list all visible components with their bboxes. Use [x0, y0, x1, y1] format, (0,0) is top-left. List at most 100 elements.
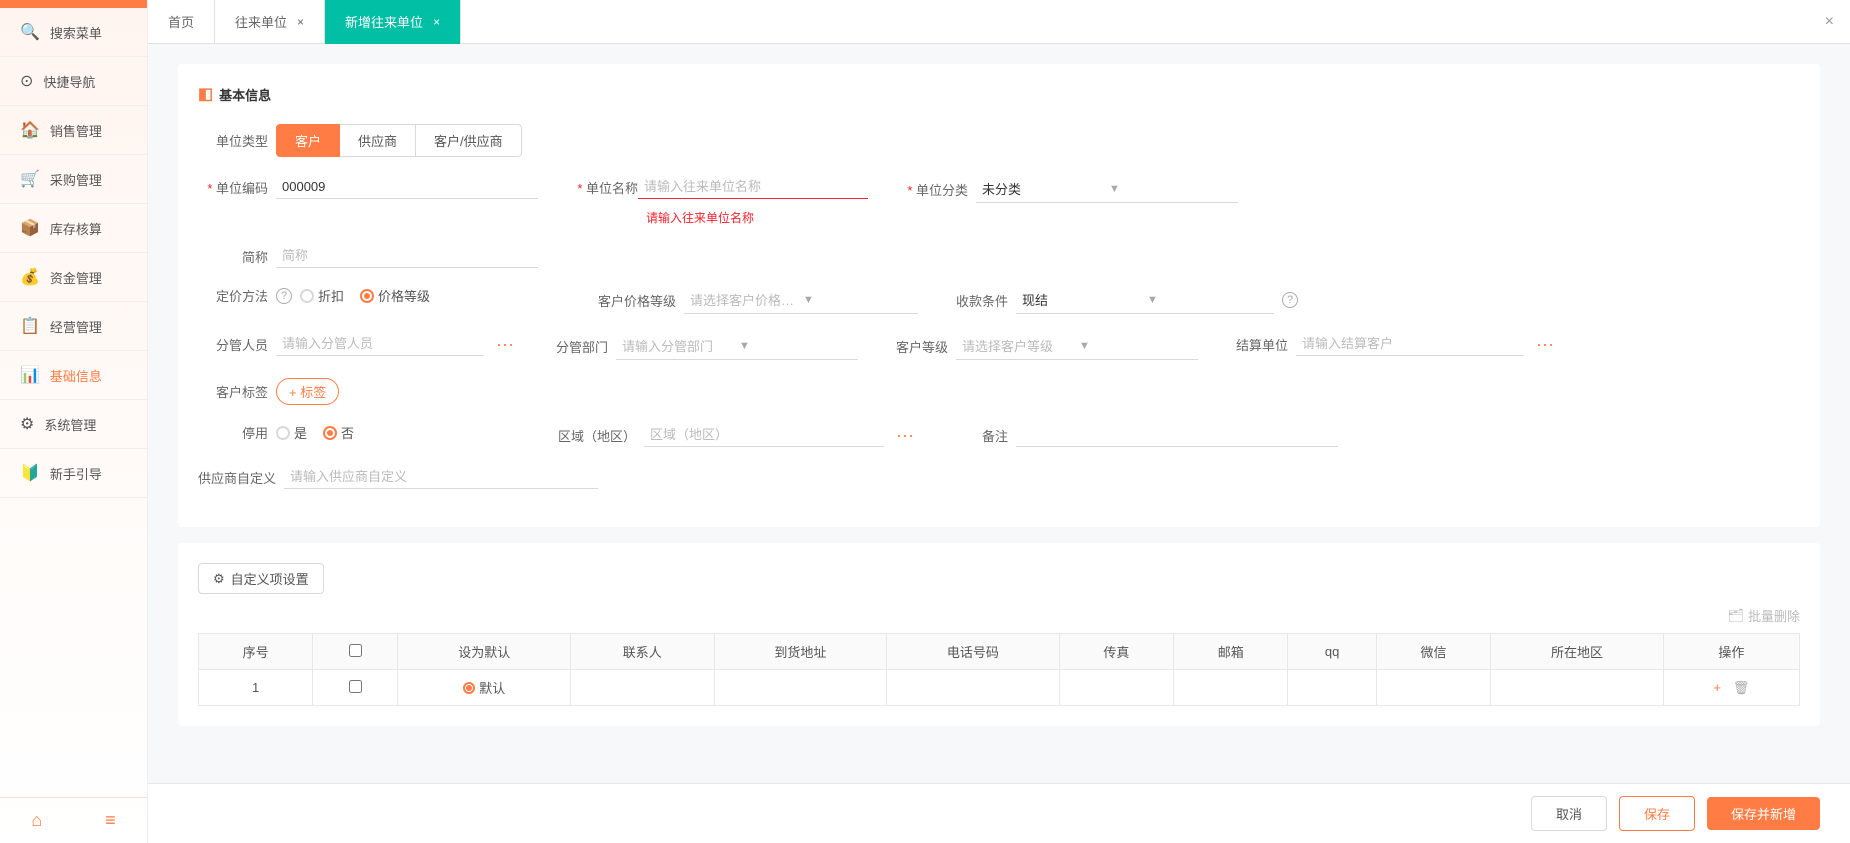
tab-home[interactable]: 首页 — [148, 0, 215, 44]
settlement-unit-input[interactable] — [1296, 332, 1524, 356]
tab-partners-close[interactable]: × — [297, 15, 304, 29]
pricing-method-label: 定价方法 — [198, 286, 268, 305]
payment-terms-tooltip-icon[interactable]: ? — [1282, 292, 1298, 308]
sidebar-home-icon[interactable]: ⌂ — [31, 810, 42, 831]
supplier-custom-row: 供应商自定义 — [198, 465, 1800, 489]
section-title-text: 基本信息 — [219, 85, 271, 104]
customer-price-level-select[interactable]: 请选择客户价格等级 ▼ — [684, 286, 918, 314]
add-tag-btn[interactable]: + 标签 — [276, 378, 339, 405]
manager-field: 分管人员 ··· — [198, 332, 518, 356]
manager-more-btn[interactable]: ··· — [492, 335, 518, 353]
sidebar-item-guide[interactable]: 🔰 新手引导 — [0, 449, 147, 498]
cancel-button[interactable]: 取消 — [1531, 796, 1607, 831]
table-header-row: 序号 设为默认 联系人 到货地址 电话号码 传真 邮箱 qq 微信 所在地区 操… — [199, 634, 1800, 670]
row-checkbox-input[interactable] — [349, 680, 362, 693]
sidebar-item-finance[interactable]: 💰 资金管理 — [0, 253, 147, 302]
settlement-unit-field: 结算单位 ··· — [1218, 332, 1558, 356]
sidebar-item-inventory[interactable]: 📦 库存核算 — [0, 204, 147, 253]
row-default: 默认 — [398, 670, 571, 706]
col-delivery: 到货地址 — [714, 634, 887, 670]
select-all-checkbox[interactable] — [349, 644, 362, 657]
payment-terms-select[interactable]: 现结 ▼ — [1016, 286, 1274, 314]
window-close-icon[interactable]: × — [1825, 13, 1834, 31]
unit-type-both-btn[interactable]: 客户/供应商 — [416, 124, 522, 157]
pricing-row: 定价方法 ? 折扣 价格等级 客户价格等级 — [198, 286, 1800, 314]
sidebar-item-quick-nav[interactable]: ⊙ 快捷导航 — [0, 57, 147, 106]
customer-price-level-arrow-icon: ▼ — [803, 294, 912, 306]
customer-tag-field: 客户标签 + 标签 — [198, 378, 339, 405]
unit-type-label: 单位类型 — [198, 131, 268, 150]
custom-settings-label: 自定义项设置 — [231, 569, 309, 588]
customer-tag-row: 客户标签 + 标签 — [198, 378, 1800, 405]
unit-code-field: 单位编码 — [198, 175, 538, 199]
sidebar-item-purchase[interactable]: 🛒 采购管理 — [0, 155, 147, 204]
sidebar-item-basic-info[interactable]: 📊 基础信息 — [0, 351, 147, 400]
unit-type-field: 单位类型 客户 供应商 客户/供应商 — [198, 124, 522, 157]
tab-new-partner-close[interactable]: × — [433, 15, 440, 29]
pricing-level-radio[interactable]: 价格等级 — [360, 286, 430, 305]
department-arrow-icon: ▼ — [739, 340, 852, 352]
col-checkbox — [313, 634, 398, 670]
save-button[interactable]: 保存 — [1619, 796, 1695, 831]
sidebar-item-system[interactable]: ⚙ 系统管理 — [0, 400, 147, 449]
table-row: 1 默认 — [199, 670, 1800, 706]
sidebar-item-operations[interactable]: 📋 经营管理 — [0, 302, 147, 351]
row-wechat — [1376, 670, 1490, 706]
supplier-custom-input[interactable] — [284, 465, 598, 489]
manager-input[interactable] — [276, 332, 484, 356]
pricing-discount-radio[interactable]: 折扣 — [300, 286, 344, 305]
sidebar-menu-icon[interactable]: ≡ — [105, 810, 116, 831]
settlement-unit-more-btn[interactable]: ··· — [1532, 335, 1558, 353]
row-default-radio[interactable] — [463, 682, 475, 694]
sidebar-item-system-label: 系统管理 — [44, 415, 96, 434]
region-more-btn[interactable]: ··· — [892, 426, 918, 444]
unit-category-select[interactable]: 未分类 ▼ — [976, 175, 1238, 203]
disabled-yes-dot — [276, 426, 290, 440]
department-select[interactable]: 请输入分管部门 ▼ — [616, 332, 858, 360]
unit-name-label: 单位名称 — [568, 178, 638, 197]
batch-delete-btn[interactable]: 🗂 批量删除 — [1727, 606, 1800, 625]
abbreviation-input[interactable] — [276, 244, 538, 268]
row-fax — [1059, 670, 1173, 706]
col-qq: qq — [1288, 634, 1376, 670]
inventory-icon: 📦 — [20, 218, 40, 238]
finance-icon: 💰 — [20, 267, 40, 287]
tab-bar: 首页 往来单位 × 新增往来单位 × × — [148, 0, 1850, 44]
disabled-no-radio[interactable]: 否 — [323, 423, 354, 442]
basic-info-icon: 📊 — [20, 365, 40, 385]
unit-type-customer-btn[interactable]: 客户 — [276, 124, 340, 157]
unit-name-input[interactable] — [638, 175, 868, 199]
customer-level-select[interactable]: 请选择客户等级 ▼ — [956, 332, 1198, 360]
sidebar-item-sales[interactable]: 🏠 销售管理 — [0, 106, 147, 155]
row-delete-btn[interactable]: 🗑 — [1733, 680, 1750, 695]
disabled-yes-radio[interactable]: 是 — [276, 423, 307, 442]
save-new-button[interactable]: 保存并新增 — [1707, 797, 1820, 830]
unit-category-label: 单位分类 — [898, 180, 968, 199]
abbreviation-label: 简称 — [198, 247, 268, 266]
batch-delete-label: 批量删除 — [1748, 606, 1800, 625]
region-input[interactable] — [644, 423, 884, 447]
payment-terms-field: 收款条件 现结 ▼ ? — [938, 286, 1298, 314]
disabled-region-row: 停用 是 否 区域（地区） ··· — [198, 423, 1800, 447]
pricing-method-tooltip-icon[interactable]: ? — [276, 288, 292, 304]
sidebar-item-inventory-label: 库存核算 — [50, 219, 102, 238]
department-label: 分管部门 — [538, 337, 608, 356]
tab-new-partner[interactable]: 新增往来单位 × — [325, 0, 461, 44]
sidebar-top-bar — [0, 0, 147, 8]
unit-code-input[interactable] — [276, 175, 538, 199]
disabled-no-label: 否 — [341, 423, 354, 442]
custom-settings-btn[interactable]: ⚙ 自定义项设置 — [198, 563, 324, 594]
tab-partners[interactable]: 往来单位 × — [215, 0, 325, 44]
disabled-no-dot — [323, 426, 337, 440]
remark-input[interactable] — [1016, 423, 1338, 447]
unit-type-supplier-btn[interactable]: 供应商 — [340, 124, 416, 157]
customer-level-placeholder: 请选择客户等级 — [962, 336, 1075, 355]
sidebar-item-operations-label: 经营管理 — [50, 317, 102, 336]
region-field: 区域（地区） ··· — [558, 423, 918, 447]
department-field: 分管部门 请输入分管部门 ▼ — [538, 332, 858, 360]
row-add-btn[interactable]: + — [1714, 680, 1722, 695]
unit-type-row: 单位类型 客户 供应商 客户/供应商 — [198, 124, 1800, 157]
customer-price-level-field: 客户价格等级 请选择客户价格等级 ▼ — [598, 286, 918, 314]
sidebar-item-search[interactable]: 🔍 搜索菜单 — [0, 8, 147, 57]
abbreviation-row: 简称 — [198, 244, 1800, 268]
